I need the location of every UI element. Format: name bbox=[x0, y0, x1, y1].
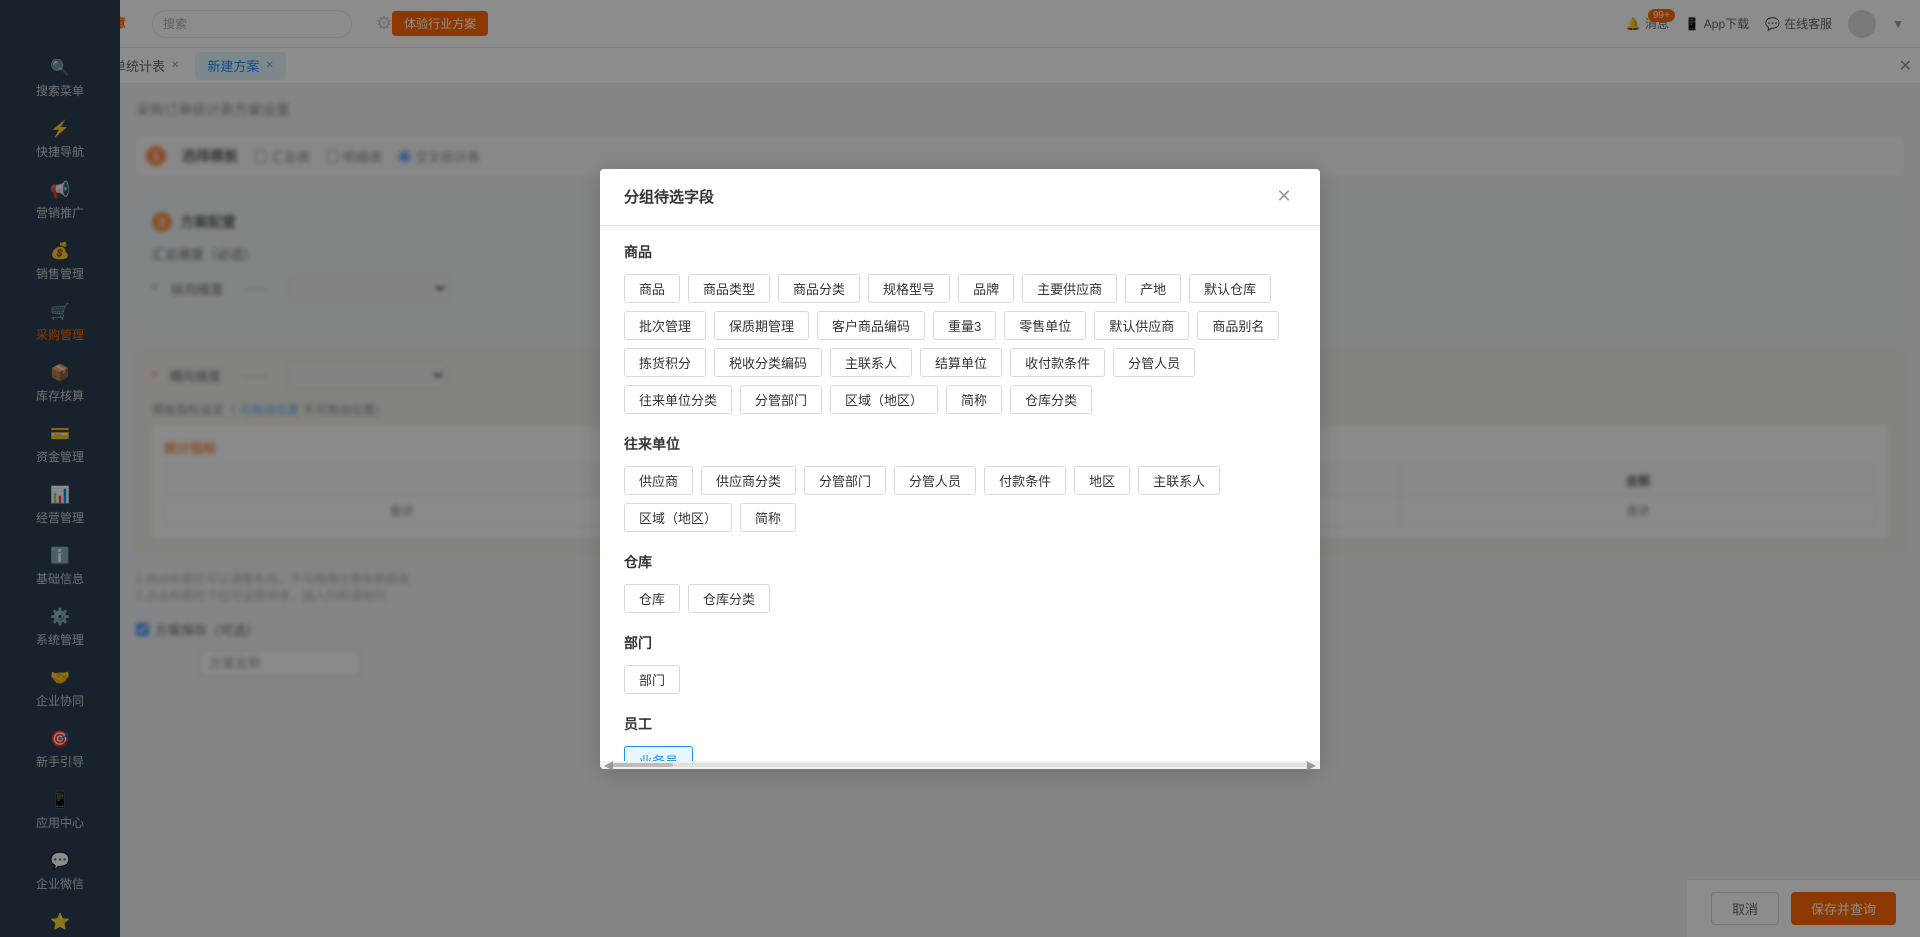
employee-section: 员工 业务员 bbox=[624, 714, 1296, 761]
scroll-right-arrow[interactable]: ▶ bbox=[1307, 758, 1316, 772]
modal-body[interactable]: 商品 商品 商品类型 商品分类 规格型号 品牌 主要供应商 产地 默认仓库 批次… bbox=[600, 226, 1320, 761]
field-tag[interactable]: 默认供应商 bbox=[1094, 311, 1189, 340]
modal-overlay: 分组待选字段 ✕ 商品 商品 商品类型 商品分类 规格型号 品牌 主要供应商 产… bbox=[0, 0, 1920, 937]
modal-header: 分组待选字段 ✕ bbox=[600, 169, 1320, 226]
field-tag[interactable]: 拣货积分 bbox=[624, 348, 706, 377]
field-tag[interactable]: 仓库分类 bbox=[688, 584, 770, 613]
partner-section-title: 往来单位 bbox=[624, 434, 1296, 454]
field-tag[interactable]: 仓库分类 bbox=[1010, 385, 1092, 414]
field-tag[interactable]: 产地 bbox=[1125, 274, 1181, 303]
field-tag[interactable]: 商品类型 bbox=[688, 274, 770, 303]
field-tag[interactable]: 付款条件 bbox=[984, 466, 1066, 495]
warehouse-section-title: 仓库 bbox=[624, 552, 1296, 572]
field-tag[interactable]: 简称 bbox=[946, 385, 1002, 414]
field-tag[interactable]: 部门 bbox=[624, 665, 680, 694]
field-tag[interactable]: 客户商品编码 bbox=[817, 311, 925, 340]
scroll-thumb bbox=[613, 763, 673, 767]
modal-title: 分组待选字段 bbox=[624, 186, 714, 207]
field-tag[interactable]: 区域（地区） bbox=[624, 503, 732, 532]
warehouse-section: 仓库 仓库 仓库分类 bbox=[624, 552, 1296, 613]
field-tag[interactable]: 商品 bbox=[624, 274, 680, 303]
field-tag[interactable]: 保质期管理 bbox=[714, 311, 809, 340]
field-tag[interactable]: 仓库 bbox=[624, 584, 680, 613]
field-tag[interactable]: 分管部门 bbox=[804, 466, 886, 495]
field-tag[interactable]: 地区 bbox=[1074, 466, 1130, 495]
field-tag[interactable]: 品牌 bbox=[958, 274, 1014, 303]
modal-close-button[interactable]: ✕ bbox=[1272, 185, 1296, 209]
field-tag[interactable]: 结算单位 bbox=[920, 348, 1002, 377]
scroll-track bbox=[613, 763, 1307, 767]
field-tag[interactable]: 默认仓库 bbox=[1189, 274, 1271, 303]
field-tag-selected[interactable]: 业务员 bbox=[624, 746, 693, 761]
field-tag[interactable]: 简称 bbox=[740, 503, 796, 532]
department-section: 部门 部门 bbox=[624, 633, 1296, 694]
partner-field-grid: 供应商 供应商分类 分管部门 分管人员 付款条件 地区 主联系人 区域（地区） … bbox=[624, 466, 1296, 532]
employee-field-grid: 业务员 bbox=[624, 746, 1296, 761]
product-section: 商品 商品 商品类型 商品分类 规格型号 品牌 主要供应商 产地 默认仓库 批次… bbox=[624, 242, 1296, 414]
field-tag[interactable]: 分管人员 bbox=[894, 466, 976, 495]
field-tag[interactable]: 分管部门 bbox=[740, 385, 822, 414]
modal-dialog: 分组待选字段 ✕ 商品 商品 商品类型 商品分类 规格型号 品牌 主要供应商 产… bbox=[600, 169, 1320, 769]
field-tag[interactable]: 规格型号 bbox=[868, 274, 950, 303]
field-tag[interactable]: 供应商 bbox=[624, 466, 693, 495]
field-tag[interactable]: 分管人员 bbox=[1113, 348, 1195, 377]
modal-scrollbar[interactable]: ◀ ▶ bbox=[600, 761, 1320, 769]
field-tag[interactable]: 区域（地区） bbox=[830, 385, 938, 414]
product-field-grid: 商品 商品类型 商品分类 规格型号 品牌 主要供应商 产地 默认仓库 批次管理 … bbox=[624, 274, 1296, 414]
partner-section: 往来单位 供应商 供应商分类 分管部门 分管人员 付款条件 地区 主联系人 区域… bbox=[624, 434, 1296, 532]
employee-section-title: 员工 bbox=[624, 714, 1296, 734]
warehouse-field-grid: 仓库 仓库分类 bbox=[624, 584, 1296, 613]
department-section-title: 部门 bbox=[624, 633, 1296, 653]
field-tag[interactable]: 重量3 bbox=[933, 311, 996, 340]
department-field-grid: 部门 bbox=[624, 665, 1296, 694]
field-tag[interactable]: 批次管理 bbox=[624, 311, 706, 340]
product-section-title: 商品 bbox=[624, 242, 1296, 262]
field-tag[interactable]: 主联系人 bbox=[830, 348, 912, 377]
field-tag[interactable]: 往来单位分类 bbox=[624, 385, 732, 414]
field-tag[interactable]: 主要供应商 bbox=[1022, 274, 1117, 303]
scroll-left-arrow[interactable]: ◀ bbox=[604, 758, 613, 772]
field-tag[interactable]: 收付款条件 bbox=[1010, 348, 1105, 377]
field-tag[interactable]: 税收分类编码 bbox=[714, 348, 822, 377]
field-tag[interactable]: 主联系人 bbox=[1138, 466, 1220, 495]
field-tag[interactable]: 商品别名 bbox=[1197, 311, 1279, 340]
field-tag[interactable]: 供应商分类 bbox=[701, 466, 796, 495]
field-tag[interactable]: 商品分类 bbox=[778, 274, 860, 303]
field-tag[interactable]: 零售单位 bbox=[1004, 311, 1086, 340]
